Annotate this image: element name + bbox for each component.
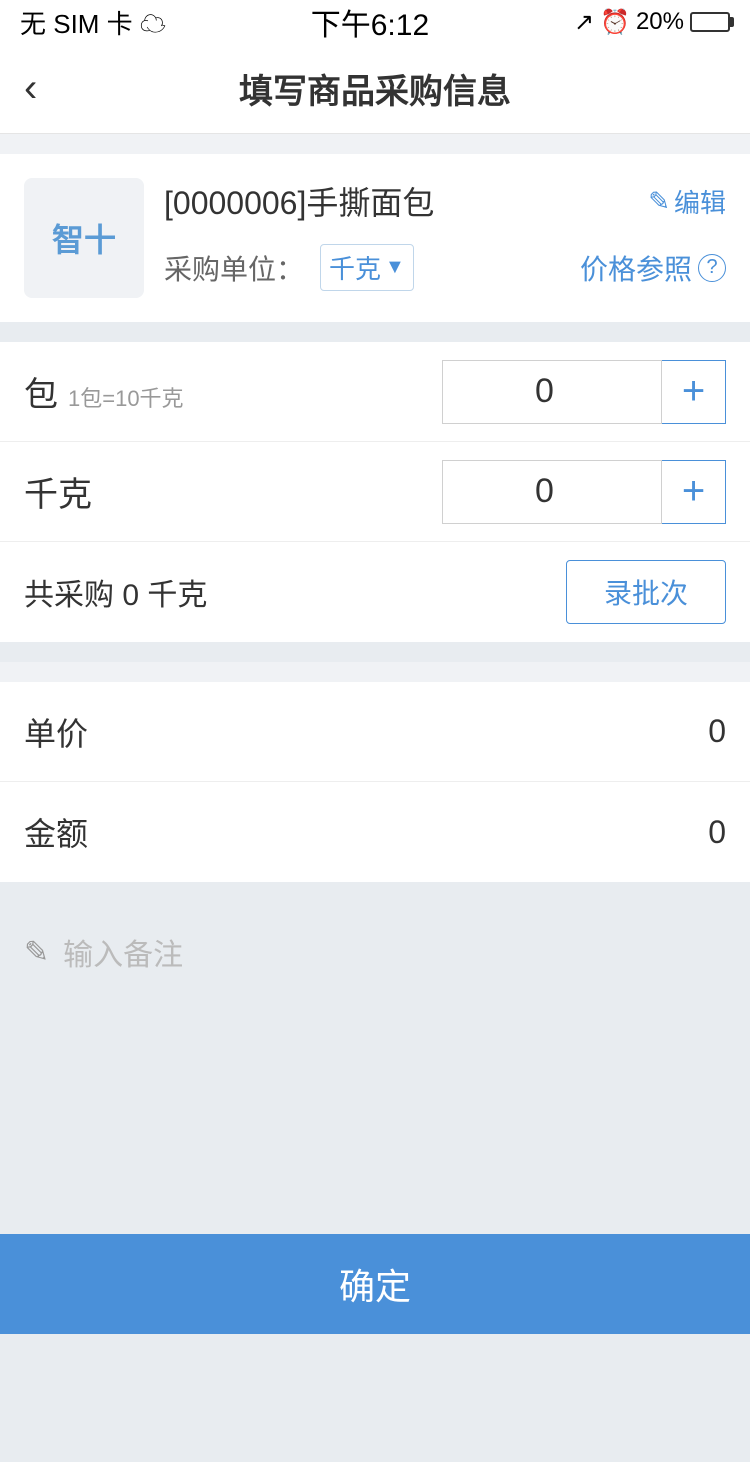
battery-percent: 20% bbox=[636, 8, 684, 36]
unit-label: 采购单位： bbox=[164, 248, 304, 288]
unit-value: 千克 bbox=[329, 249, 381, 286]
price-section: 单价 0 金额 0 bbox=[0, 682, 750, 882]
quantity-input-kg[interactable] bbox=[442, 460, 662, 524]
quantity-label-kg: 千克 bbox=[24, 467, 174, 516]
edit-label: 编辑 bbox=[674, 183, 726, 220]
product-name: [0000006]手撕面包 bbox=[164, 178, 434, 224]
unit-kg-label: 千克 bbox=[24, 467, 92, 516]
price-ref-label: 价格参照 bbox=[580, 248, 692, 288]
status-right: ↗ ⏰ 20% bbox=[574, 8, 730, 37]
quantity-label-bag: 包 1包=10千克 bbox=[24, 367, 184, 416]
unit-price-value: 0 bbox=[708, 713, 726, 750]
total-row: 共采购 0 千克 录批次 bbox=[0, 542, 750, 642]
unit-bag-label: 包 bbox=[24, 367, 58, 416]
edit-icon: ✎ bbox=[648, 186, 670, 217]
nav-bar: ‹ 填写商品采购信息 bbox=[0, 44, 750, 134]
product-name-row: [0000006]手撕面包 ✎ 编辑 bbox=[164, 178, 726, 224]
page-title: 填写商品采购信息 bbox=[239, 64, 511, 113]
quantity-input-wrap-bag: + bbox=[184, 360, 726, 424]
quantity-input-wrap-kg: + bbox=[174, 460, 726, 524]
batch-button[interactable]: 录批次 bbox=[566, 560, 726, 624]
location-icon: ↗ bbox=[574, 8, 594, 37]
product-image: 智十 bbox=[24, 178, 144, 298]
price-row-amount: 金额 0 bbox=[0, 782, 750, 882]
quantity-row-bag: 包 1包=10千克 + bbox=[0, 342, 750, 442]
quantity-row-kg: 千克 + bbox=[0, 442, 750, 542]
confirm-button[interactable]: 确定 bbox=[0, 1234, 750, 1334]
back-button[interactable]: ‹ bbox=[24, 66, 37, 111]
unit-dropdown[interactable]: 千克 ▼ bbox=[320, 244, 414, 291]
amount-value: 0 bbox=[708, 814, 726, 851]
product-card: 智十 [0000006]手撕面包 ✎ 编辑 采购单位： 千克 ▼ 价格参照 ? bbox=[0, 154, 750, 322]
unit-bag-sublabel: 1包=10千克 bbox=[68, 381, 184, 413]
quantity-section: 包 1包=10千克 + 千克 + bbox=[0, 342, 750, 542]
battery-icon bbox=[690, 12, 730, 32]
purchase-unit-row: 采购单位： 千克 ▼ 价格参照 ? bbox=[164, 244, 726, 291]
total-label: 共采购 0 千克 bbox=[24, 570, 207, 614]
plus-button-kg[interactable]: + bbox=[662, 460, 726, 524]
section-divider-1 bbox=[0, 322, 750, 342]
price-ref-button[interactable]: 价格参照 ? bbox=[580, 248, 726, 288]
status-bar: 无 SIM 卡 ☁ 下午6:12 ↗ ⏰ 20% bbox=[0, 0, 750, 44]
sim-text: 无 SIM 卡 ☁ bbox=[20, 4, 166, 41]
edit-button[interactable]: ✎ 编辑 bbox=[648, 183, 726, 220]
product-logo-text: 智十 bbox=[52, 215, 116, 261]
unit-price-label: 单价 bbox=[24, 709, 88, 755]
product-info: [0000006]手撕面包 ✎ 编辑 采购单位： 千克 ▼ 价格参照 ? bbox=[164, 178, 726, 291]
amount-label: 金额 bbox=[24, 809, 88, 855]
plus-button-bag[interactable]: + bbox=[662, 360, 726, 424]
pencil-icon: ✎ bbox=[24, 935, 49, 970]
section-divider-2 bbox=[0, 642, 750, 662]
note-placeholder: 输入备注 bbox=[63, 930, 183, 974]
help-icon: ? bbox=[698, 254, 726, 282]
status-left: 无 SIM 卡 ☁ bbox=[20, 4, 166, 41]
price-row-unit: 单价 0 bbox=[0, 682, 750, 782]
chevron-down-icon: ▼ bbox=[385, 256, 405, 279]
status-time: 下午6:12 bbox=[311, 0, 429, 44]
alarm-icon: ⏰ bbox=[600, 8, 630, 37]
note-section[interactable]: ✎ 输入备注 bbox=[0, 882, 750, 1022]
quantity-input-bag[interactable] bbox=[442, 360, 662, 424]
